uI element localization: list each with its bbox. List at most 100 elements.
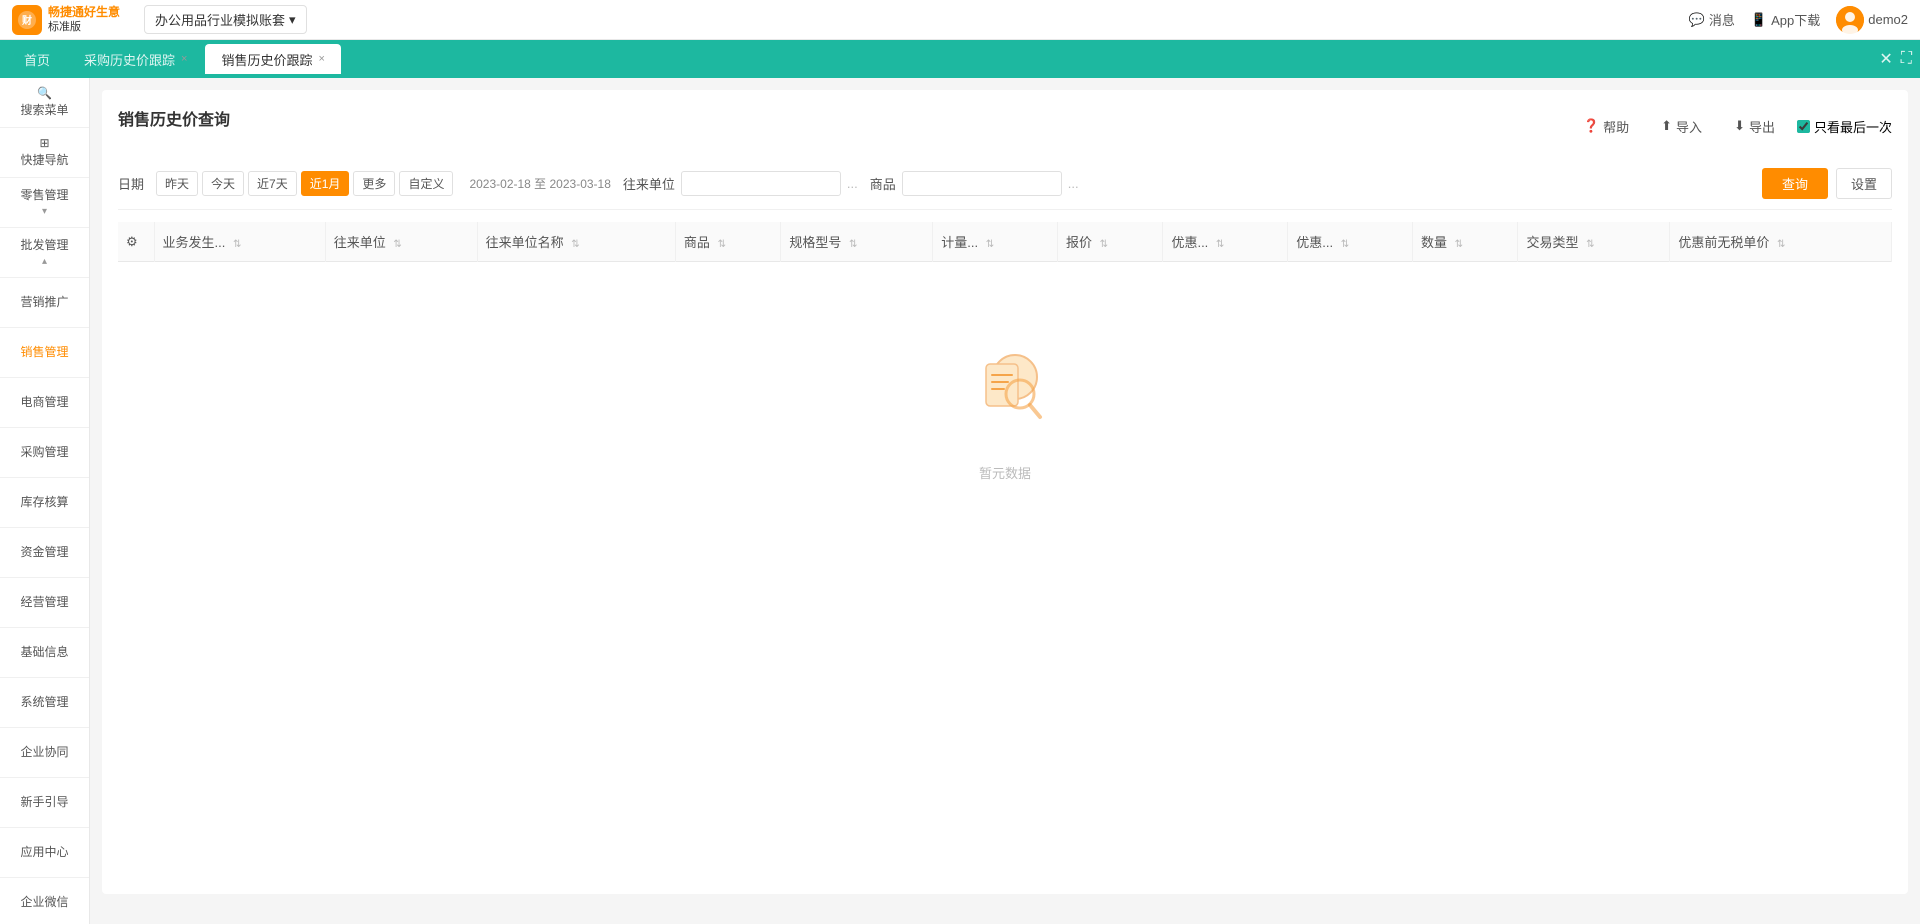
date-btn-today[interactable]: 今天 bbox=[202, 171, 244, 196]
date-options: 昨天 今天 近7天 近1月 更多 自定义 bbox=[156, 171, 453, 196]
sidebar-item-retail[interactable]: 零售管理 ▾ bbox=[0, 178, 89, 228]
message-btn[interactable]: 💬 消息 bbox=[1689, 10, 1735, 29]
account-dropdown[interactable]: 办公用品行业模拟账套 ▾ bbox=[144, 5, 307, 34]
topbar-right: 💬 消息 📱 App下载 demo2 bbox=[1689, 6, 1908, 34]
logo-icon: 财 bbox=[12, 5, 42, 35]
message-icon: 💬 bbox=[1689, 12, 1705, 28]
sidebar-item-ecommerce[interactable]: 电商管理 bbox=[0, 378, 89, 428]
setting-btn[interactable]: 设置 bbox=[1836, 168, 1892, 199]
th-partner-code[interactable]: 往来单位 ⇅ bbox=[325, 222, 477, 262]
chevron-up-icon: ▴ bbox=[42, 256, 47, 267]
sidebar-item-finance[interactable]: 资金管理 bbox=[0, 528, 89, 578]
tabbar: 首页 采购历史价跟踪 × 销售历史价跟踪 × ✕ ⛶ bbox=[0, 40, 1920, 78]
sidebar-item-search-menu[interactable]: 🔍 搜索菜单 bbox=[0, 78, 89, 128]
sort-icon: ⇅ bbox=[718, 239, 726, 250]
export-icon: ⬇ bbox=[1734, 118, 1745, 134]
content-area: 销售历史价查询 ❓ 帮助 ⬆ 导入 ⬇ 导出 bbox=[90, 78, 1920, 924]
topbar: 财 畅捷通好生意 标准版 办公用品行业模拟账套 ▾ 💬 消息 📱 App下载 d… bbox=[0, 0, 1920, 40]
page-card: 销售历史价查询 ❓ 帮助 ⬆ 导入 ⬇ 导出 bbox=[102, 90, 1908, 894]
sort-icon: ⇅ bbox=[233, 239, 241, 250]
gear-icon[interactable]: ⚙ bbox=[126, 234, 138, 249]
sort-icon: ⇅ bbox=[849, 239, 857, 250]
th-goods[interactable]: 商品 ⇅ bbox=[675, 222, 780, 262]
sidebar-item-guide[interactable]: 新手引导 bbox=[0, 778, 89, 828]
th-trade-type[interactable]: 交易类型 ⇅ bbox=[1518, 222, 1670, 262]
tabbar-actions: ✕ ⛶ bbox=[1879, 49, 1912, 69]
user-menu[interactable]: demo2 bbox=[1836, 6, 1908, 34]
th-unit[interactable]: 计量... ⇅ bbox=[933, 222, 1058, 262]
fullscreen-btn[interactable]: ⛶ bbox=[1901, 50, 1912, 68]
sort-icon: ⇅ bbox=[1216, 239, 1224, 250]
sidebar-item-quick-nav[interactable]: ⊞ 快捷导航 bbox=[0, 128, 89, 178]
only-last-checkbox[interactable] bbox=[1797, 120, 1810, 133]
search-icon: 🔍 bbox=[37, 86, 52, 100]
sidebar-item-purchase[interactable]: 采购管理 bbox=[0, 428, 89, 478]
main-layout: 🔍 搜索菜单 ⊞ 快捷导航 零售管理 ▾ 批发管理 ▴ 营销推广 销售管理 电商… bbox=[0, 78, 1920, 924]
goods-filter-field: 商品 ... bbox=[870, 171, 1079, 196]
th-biz-date[interactable]: 业务发生... ⇅ bbox=[154, 222, 325, 262]
tab-sales-close[interactable]: × bbox=[318, 53, 324, 65]
sidebar-item-system[interactable]: 系统管理 bbox=[0, 678, 89, 728]
logo-text: 畅捷通好生意 标准版 bbox=[48, 5, 120, 35]
th-discount2[interactable]: 优惠... ⇅ bbox=[1288, 222, 1413, 262]
help-btn[interactable]: ❓ 帮助 bbox=[1573, 112, 1639, 141]
chevron-down-icon: ▾ bbox=[42, 206, 47, 217]
sidebar-item-operations[interactable]: 经营管理 bbox=[0, 578, 89, 628]
export-btn[interactable]: ⬇ 导出 bbox=[1724, 112, 1785, 141]
import-btn[interactable]: ⬆ 导入 bbox=[1651, 112, 1712, 141]
sidebar-item-wechat[interactable]: 企业微信 bbox=[0, 878, 89, 924]
sidebar-item-basic-info[interactable]: 基础信息 bbox=[0, 628, 89, 678]
sidebar-item-enterprise[interactable]: 企业协同 bbox=[0, 728, 89, 778]
sidebar-item-app-center[interactable]: 应用中心 bbox=[0, 828, 89, 878]
avatar bbox=[1836, 6, 1864, 34]
sidebar-item-marketing[interactable]: 营销推广 bbox=[0, 278, 89, 328]
th-gear[interactable]: ⚙ bbox=[118, 222, 154, 262]
date-range-display: 2023-02-18 至 2023-03-18 bbox=[469, 175, 610, 192]
grid-icon: ⊞ bbox=[39, 136, 49, 150]
date-btn-1month[interactable]: 近1月 bbox=[301, 171, 350, 196]
sort-icon: ⇅ bbox=[1341, 239, 1349, 250]
th-spec[interactable]: 规格型号 ⇅ bbox=[781, 222, 933, 262]
chevron-down-icon: ▾ bbox=[289, 12, 296, 28]
date-btn-custom[interactable]: 自定义 bbox=[399, 171, 453, 196]
logo-area: 财 畅捷通好生意 标准版 bbox=[12, 5, 120, 35]
sidebar-item-wholesale[interactable]: 批发管理 ▴ bbox=[0, 228, 89, 278]
sidebar-item-inventory[interactable]: 库存核算 bbox=[0, 478, 89, 528]
empty-icon bbox=[960, 342, 1050, 451]
svg-text:财: 财 bbox=[21, 14, 32, 27]
th-quote[interactable]: 报价 ⇅ bbox=[1058, 222, 1163, 262]
date-btn-yesterday[interactable]: 昨天 bbox=[156, 171, 198, 196]
tab-home[interactable]: 首页 bbox=[8, 44, 66, 74]
app-download-btn[interactable]: 📱 App下载 bbox=[1751, 10, 1820, 29]
tab-sales[interactable]: 销售历史价跟踪 × bbox=[205, 44, 340, 74]
th-price-notax[interactable]: 优惠前无税单价 ⇅ bbox=[1670, 222, 1892, 262]
partner-input[interactable] bbox=[681, 171, 841, 196]
filter-row: 日期 昨天 今天 近7天 近1月 更多 自定义 2023-02-18 至 202… bbox=[118, 158, 1892, 210]
sort-icon: ⇅ bbox=[393, 239, 401, 250]
th-partner-name[interactable]: 往来单位名称 ⇅ bbox=[477, 222, 675, 262]
only-last-checkbox-label[interactable]: 只看最后一次 bbox=[1797, 117, 1892, 136]
empty-text: 暂元数据 bbox=[979, 463, 1031, 482]
partner-dots[interactable]: ... bbox=[847, 176, 858, 191]
partner-filter-field: 往来单位 ... bbox=[623, 171, 858, 196]
query-btn[interactable]: 查询 bbox=[1762, 168, 1828, 199]
th-discount1[interactable]: 优惠... ⇅ bbox=[1163, 222, 1288, 262]
sidebar-item-sales[interactable]: 销售管理 bbox=[0, 328, 89, 378]
tab-purchase-close[interactable]: × bbox=[181, 53, 187, 65]
sort-icon: ⇅ bbox=[1586, 239, 1594, 250]
tab-purchase[interactable]: 采购历史价跟踪 × bbox=[68, 44, 203, 74]
download-icon: 📱 bbox=[1751, 12, 1767, 28]
goods-input[interactable] bbox=[902, 171, 1062, 196]
date-btn-7days[interactable]: 近7天 bbox=[248, 171, 297, 196]
data-table: ⚙ 业务发生... ⇅ 往来单位 ⇅ 往来单位名称 ⇅ bbox=[118, 222, 1892, 262]
page-title: 销售历史价查询 bbox=[118, 106, 230, 130]
topbar-left: 财 畅捷通好生意 标准版 办公用品行业模拟账套 ▾ bbox=[12, 5, 307, 35]
empty-state: 暂元数据 bbox=[118, 262, 1892, 562]
sort-icon: ⇅ bbox=[1455, 239, 1463, 250]
sort-icon: ⇅ bbox=[1100, 239, 1108, 250]
th-qty[interactable]: 数量 ⇅ bbox=[1413, 222, 1518, 262]
close-window-btn[interactable]: ✕ bbox=[1879, 49, 1892, 69]
date-btn-more[interactable]: 更多 bbox=[353, 171, 395, 196]
import-icon: ⬆ bbox=[1661, 118, 1672, 134]
goods-dots[interactable]: ... bbox=[1068, 176, 1079, 191]
